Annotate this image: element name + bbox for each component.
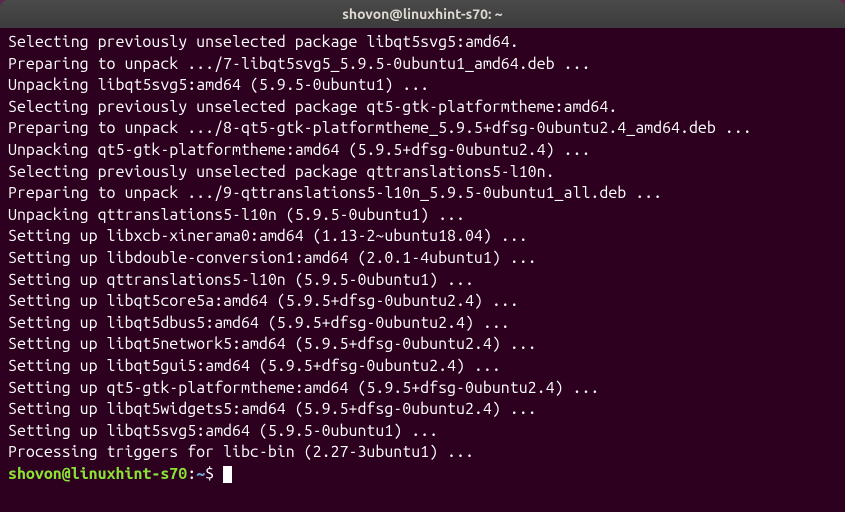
titlebar[interactable]: shovon@linuxhint-s70: ~ [0, 0, 845, 28]
prompt-colon: : [187, 465, 196, 483]
prompt-at: @ [62, 465, 71, 483]
prompt-path: ~ [196, 465, 205, 483]
prompt-user: shovon [8, 465, 62, 483]
terminal-output-line: Setting up libqt5gui5:amd64 (5.9.5+dfsg-… [8, 356, 837, 378]
window-title: shovon@linuxhint-s70: ~ [342, 6, 502, 22]
terminal-output-line: Setting up libqt5widgets5:amd64 (5.9.5+d… [8, 399, 837, 421]
terminal-output-line: Selecting previously unselected package … [8, 162, 837, 184]
terminal-output-line: Processing triggers for libc-bin (2.27-3… [8, 442, 837, 464]
terminal-output-line: Setting up libqt5dbus5:amd64 (5.9.5+dfsg… [8, 313, 837, 335]
terminal-output-line: Preparing to unpack .../7-libqt5svg5_5.9… [8, 54, 837, 76]
terminal-output-line: Setting up libqt5core5a:amd64 (5.9.5+dfs… [8, 291, 837, 313]
terminal-output-line: Setting up qt5-gtk-platformtheme:amd64 (… [8, 378, 837, 400]
terminal-output-line: Unpacking qt5-gtk-platformtheme:amd64 (5… [8, 140, 837, 162]
terminal-output-line: Unpacking qttranslations5-l10n (5.9.5-0u… [8, 205, 837, 227]
terminal-output-line: Setting up libqt5svg5:amd64 (5.9.5-0ubun… [8, 421, 837, 443]
terminal-output-line: Preparing to unpack .../8-qt5-gtk-platfo… [8, 118, 837, 140]
terminal-output-line: Selecting previously unselected package … [8, 32, 837, 54]
prompt-dollar: $ [205, 465, 223, 483]
cursor-icon [223, 466, 232, 483]
terminal-output-line: Setting up libqt5network5:amd64 (5.9.5+d… [8, 334, 837, 356]
prompt-host: linuxhint-s70 [71, 465, 187, 483]
terminal-output-line: Setting up libxcb-xinerama0:amd64 (1.13-… [8, 226, 837, 248]
terminal-output-line: Setting up qttranslations5-l10n (5.9.5-0… [8, 270, 837, 292]
terminal-output-line: Setting up libdouble-conversion1:amd64 (… [8, 248, 837, 270]
terminal-prompt[interactable]: shovon@linuxhint-s70:~$ [8, 464, 837, 486]
terminal-output-line: Preparing to unpack .../9-qttranslations… [8, 183, 837, 205]
terminal-output-line: Selecting previously unselected package … [8, 97, 837, 119]
terminal-body[interactable]: Selecting previously unselected package … [0, 28, 845, 512]
terminal-output-line: Unpacking libqt5svg5:amd64 (5.9.5-0ubunt… [8, 75, 837, 97]
terminal-window: shovon@linuxhint-s70: ~ Selecting previo… [0, 0, 845, 512]
